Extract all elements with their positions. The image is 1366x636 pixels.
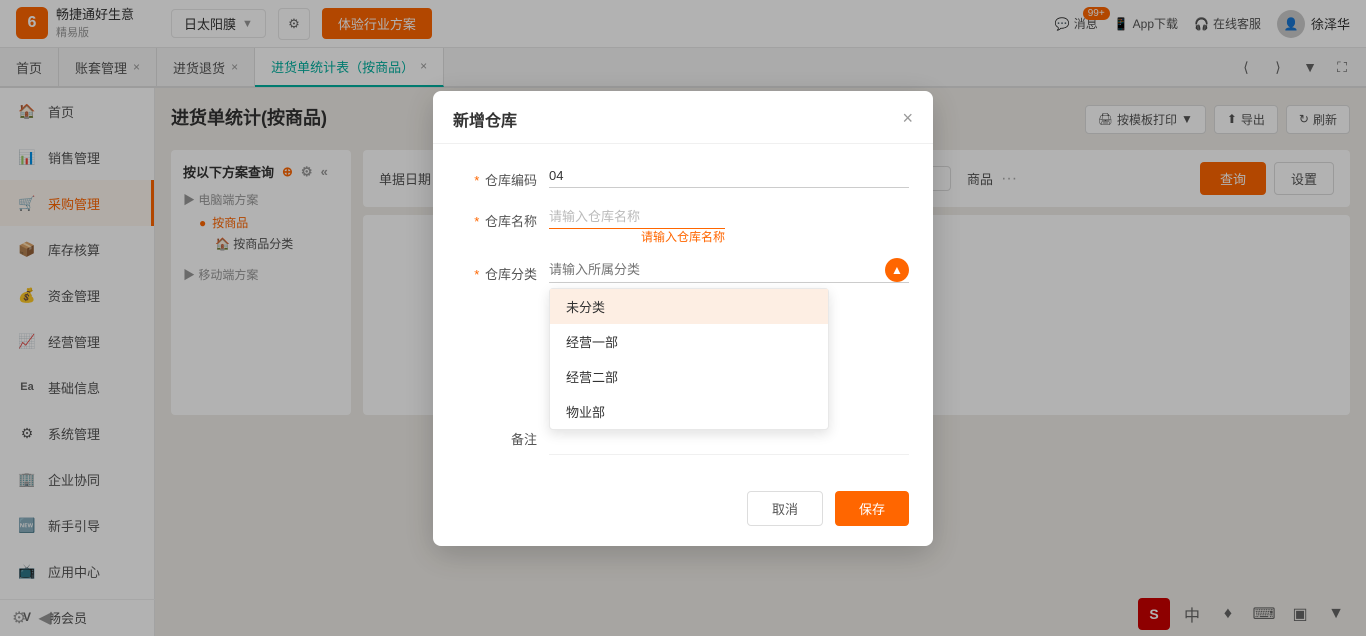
name-input[interactable]	[549, 205, 725, 229]
dropdown-item-1[interactable]: 经营一部	[550, 324, 828, 359]
dropdown-item-2[interactable]: 经营二部	[550, 359, 828, 394]
name-input-wrap: 请输入仓库名称	[549, 205, 909, 229]
category-dropdown-list: 未分类 经营一部 经营二部 物业部	[549, 288, 829, 430]
modal-header: 新增仓库 ×	[433, 91, 933, 144]
category-dropdown-wrap: ▲ 未分类 经营一部 经营二部 物业部	[549, 258, 909, 283]
name-label: * 仓库名称	[457, 205, 537, 230]
remark-label: 备注	[457, 423, 537, 448]
category-dropdown[interactable]: ▲	[549, 258, 909, 283]
code-label: * 仓库编码	[457, 164, 537, 189]
modal-footer: 取消 保存	[433, 491, 933, 526]
dropdown-toggle-button[interactable]: ▲	[885, 258, 909, 282]
name-error-message: 请输入仓库名称	[641, 228, 725, 245]
dropdown-item-0[interactable]: 未分类	[550, 289, 828, 324]
modal-title: 新增仓库	[453, 107, 517, 131]
modal-close-button[interactable]: ×	[902, 108, 913, 129]
form-row-code: * 仓库编码	[457, 164, 909, 189]
cancel-button[interactable]: 取消	[747, 491, 823, 526]
form-row-name: * 仓库名称 请输入仓库名称	[457, 205, 909, 230]
new-warehouse-modal: 新增仓库 × * 仓库编码 * 仓库名称 请输入仓库名称	[433, 91, 933, 546]
modal-overlay[interactable]: 新增仓库 × * 仓库编码 * 仓库名称 请输入仓库名称	[0, 0, 1366, 636]
modal-body: * 仓库编码 * 仓库名称 请输入仓库名称 *	[433, 144, 933, 491]
category-label: * 仓库分类	[457, 258, 537, 283]
code-input[interactable]	[549, 164, 909, 188]
save-button[interactable]: 保存	[835, 491, 909, 526]
dropdown-item-3[interactable]: 物业部	[550, 394, 828, 429]
form-row-category: * 仓库分类 ▲ 未分类 经营一部 经营二部 物业部	[457, 258, 909, 283]
category-input[interactable]	[549, 258, 885, 281]
